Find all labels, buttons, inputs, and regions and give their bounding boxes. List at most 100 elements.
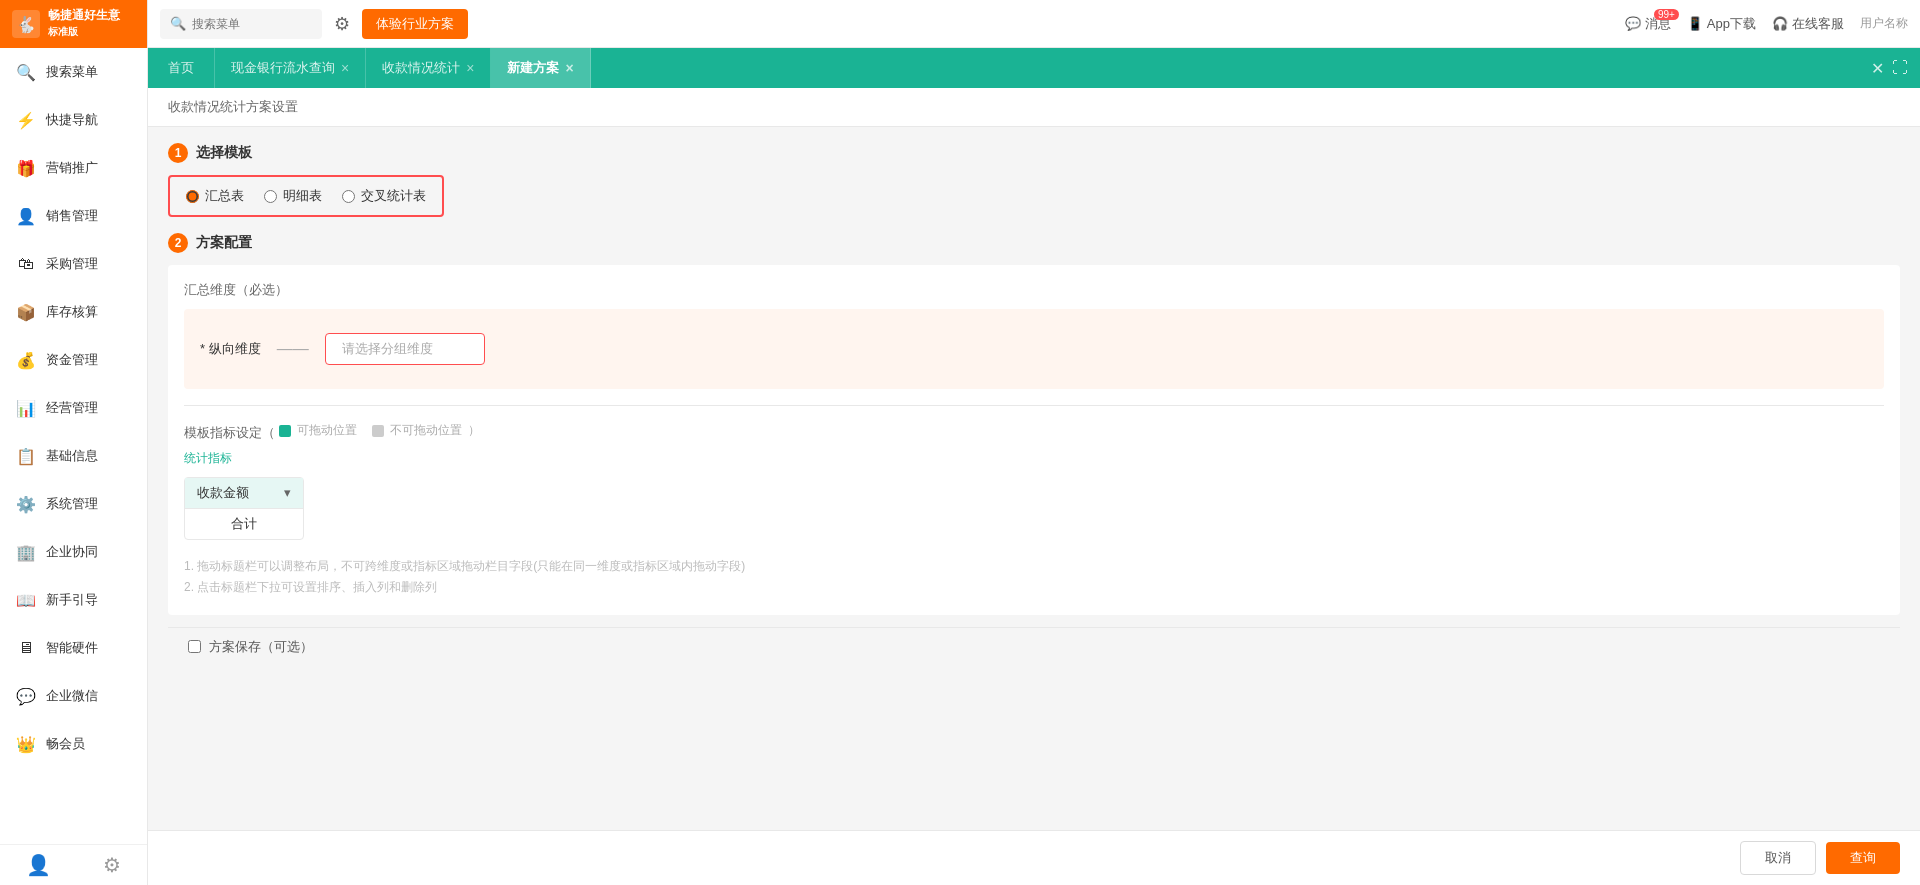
section1-title: 选择模板: [196, 144, 252, 162]
trial-button[interactable]: 体验行业方案: [362, 9, 468, 39]
save-plan-label[interactable]: 方案保存（可选）: [209, 638, 313, 656]
member-icon: 👑: [16, 735, 36, 754]
newbie-icon: 📖: [16, 591, 36, 610]
metrics-label: 模板指标设定（ 可拖动位置 不可拖动位置 ）: [184, 422, 1884, 442]
tabbar-controls: ✕ ⛶: [1871, 59, 1920, 78]
app-download-label: App下载: [1707, 15, 1756, 33]
sidebar-item-search[interactable]: 🔍 搜索菜单: [0, 48, 147, 96]
tab-cashflow[interactable]: 现金银行流水查询 ×: [215, 48, 366, 88]
config-section: 汇总维度（必选） * 纵向维度 —— 请选择分组维度 模板指标设定（: [168, 265, 1900, 615]
tip-line1: 1. 拖动标题栏可以调整布局，不可跨维度或指标区域拖动栏目字段(只能在同一维度或…: [184, 556, 1884, 578]
sidebar: 🐇 畅捷通好生意 标准版 🔍 搜索菜单 ⚡ 快捷导航 🎁 营销推广 👤 销售管理…: [0, 0, 148, 885]
stats-table: 收款金额 ▾ 合计: [184, 477, 304, 540]
system-icon: ⚙️: [16, 495, 36, 514]
radio-cross-input[interactable]: [342, 190, 355, 203]
sidebar-item-collab[interactable]: 🏢 企业协同: [0, 528, 147, 576]
app-download-button[interactable]: 📱 App下载: [1687, 15, 1756, 33]
sidebar-item-quicknav[interactable]: ⚡ 快捷导航: [0, 96, 147, 144]
marketing-icon: 🎁: [16, 159, 36, 178]
radio-detail[interactable]: 明细表: [264, 187, 322, 205]
topbar-search-icon: 🔍: [170, 16, 186, 31]
sidebar-footer-settings[interactable]: ⚙: [103, 853, 121, 877]
settings-icon: ⚙: [103, 853, 121, 877]
draggable-hint: 可拖动位置 不可拖动位置 ）: [279, 422, 480, 439]
quicknav-icon: ⚡: [16, 111, 36, 130]
tab-new-plan-label: 新建方案: [507, 59, 559, 77]
radio-cross[interactable]: 交叉统计表: [342, 187, 426, 205]
tip-section: 1. 拖动标题栏可以调整布局，不可跨维度或指标区域拖动栏目字段(只能在同一维度或…: [184, 556, 1884, 599]
search-box[interactable]: 🔍: [160, 9, 322, 39]
cancel-button[interactable]: 取消: [1740, 841, 1816, 875]
sidebar-item-basic[interactable]: 📋 基础信息: [0, 432, 147, 480]
topbar-right: 💬 消息 99+ 📱 App下载 🎧 在线客服 用户名称: [1625, 15, 1908, 33]
tab-payment-stats-close[interactable]: ×: [466, 60, 474, 76]
section2-header: 2 方案配置: [168, 233, 1900, 253]
sidebar-item-member[interactable]: 👑 畅会员: [0, 720, 147, 768]
basic-icon: 📋: [16, 447, 36, 466]
dimension-placeholder[interactable]: 请选择分组维度: [325, 333, 485, 365]
online-service-button[interactable]: 🎧 在线客服: [1772, 15, 1844, 33]
collab-icon: 🏢: [16, 543, 36, 562]
sidebar-item-operations[interactable]: 📊 经营管理: [0, 384, 147, 432]
radio-detail-input[interactable]: [264, 190, 277, 203]
page-body: 1 选择模板 汇总表 明细表 交叉统计表: [148, 127, 1920, 830]
sidebar-item-wechat[interactable]: 💬 企业微信: [0, 672, 147, 720]
download-icon: 📱: [1687, 16, 1703, 31]
tip-line2: 2. 点击标题栏下拉可设置排序、插入列和删除列: [184, 577, 1884, 599]
sidebar-item-sales[interactable]: 👤 销售管理: [0, 192, 147, 240]
content-area: 收款情况统计方案设置 1 选择模板 汇总表 明细表: [148, 88, 1920, 885]
fixed-dot: [372, 425, 384, 437]
sidebar-footer-user[interactable]: 👤: [26, 853, 51, 877]
stats-table-total-cell: 合计: [185, 509, 303, 539]
sidebar-item-inventory[interactable]: 📦 库存核算: [0, 288, 147, 336]
query-button[interactable]: 查询: [1826, 842, 1900, 874]
section2-number: 2: [168, 233, 188, 253]
bottom-actions: 取消 查询: [148, 830, 1920, 885]
notification-button[interactable]: 💬 消息 99+: [1625, 15, 1671, 33]
vertical-dim-label: * 纵向维度: [200, 340, 261, 358]
search-icon: 🔍: [16, 63, 36, 82]
chevron-down-icon[interactable]: ▾: [284, 485, 291, 500]
tab-cashflow-close[interactable]: ×: [341, 60, 349, 76]
tab-home[interactable]: 首页: [148, 48, 215, 88]
logo-text: 畅捷通好生意 标准版: [48, 8, 120, 39]
section1-number: 1: [168, 143, 188, 163]
topbar: 🔍 ⚙ 体验行业方案 💬 消息 99+ 📱 App下载 🎧 在线客服 用户名称: [148, 0, 1920, 48]
purchase-icon: 🛍: [16, 255, 36, 273]
tab-expand-icon[interactable]: ⛶: [1892, 59, 1908, 77]
sidebar-item-finance[interactable]: 💰 资金管理: [0, 336, 147, 384]
tab-payment-stats[interactable]: 收款情况统计 ×: [366, 48, 491, 88]
metrics-section: 模板指标设定（ 可拖动位置 不可拖动位置 ） 统计指标: [184, 422, 1884, 540]
sidebar-badge: 标准版: [48, 24, 120, 40]
sidebar-item-purchase[interactable]: 🛍 采购管理: [0, 240, 147, 288]
user-info[interactable]: 用户名称: [1860, 15, 1908, 32]
gear-icon[interactable]: ⚙: [330, 9, 354, 39]
radio-summary[interactable]: 汇总表: [186, 187, 244, 205]
online-service-label: 在线客服: [1792, 15, 1844, 33]
template-selector: 汇总表 明细表 交叉统计表: [168, 175, 1900, 217]
dimension-label: 汇总维度（必选）: [184, 281, 1884, 299]
service-icon: 🎧: [1772, 16, 1788, 31]
radio-summary-input[interactable]: [186, 190, 199, 203]
notification-badge: 99+: [1654, 9, 1679, 20]
inventory-icon: 📦: [16, 303, 36, 322]
sidebar-item-marketing[interactable]: 🎁 营销推广: [0, 144, 147, 192]
sidebar-item-hardware[interactable]: 🖥 智能硬件: [0, 624, 147, 672]
tab-close-icon[interactable]: ✕: [1871, 59, 1884, 78]
tabbar: 首页 现金银行流水查询 × 收款情况统计 × 新建方案 × ✕ ⛶: [148, 48, 1920, 88]
main-area: 🔍 ⚙ 体验行业方案 💬 消息 99+ 📱 App下载 🎧 在线客服 用户名称 …: [148, 0, 1920, 885]
section2-title: 方案配置: [196, 234, 252, 252]
sidebar-item-newbie[interactable]: 📖 新手引导: [0, 576, 147, 624]
sidebar-footer: 👤 ⚙: [0, 844, 147, 885]
sales-icon: 👤: [16, 207, 36, 226]
operations-icon: 📊: [16, 399, 36, 418]
dimension-arrow-icon: ——: [277, 340, 309, 358]
notification-icon: 💬: [1625, 16, 1641, 31]
dimension-area: * 纵向维度 —— 请选择分组维度: [184, 309, 1884, 389]
stats-table-header[interactable]: 收款金额 ▾: [185, 478, 303, 509]
save-plan-checkbox[interactable]: [188, 640, 201, 653]
search-input[interactable]: [192, 17, 312, 31]
tab-new-plan[interactable]: 新建方案 ×: [491, 48, 590, 88]
sidebar-item-system[interactable]: ⚙️ 系统管理: [0, 480, 147, 528]
tab-new-plan-close[interactable]: ×: [565, 60, 573, 76]
